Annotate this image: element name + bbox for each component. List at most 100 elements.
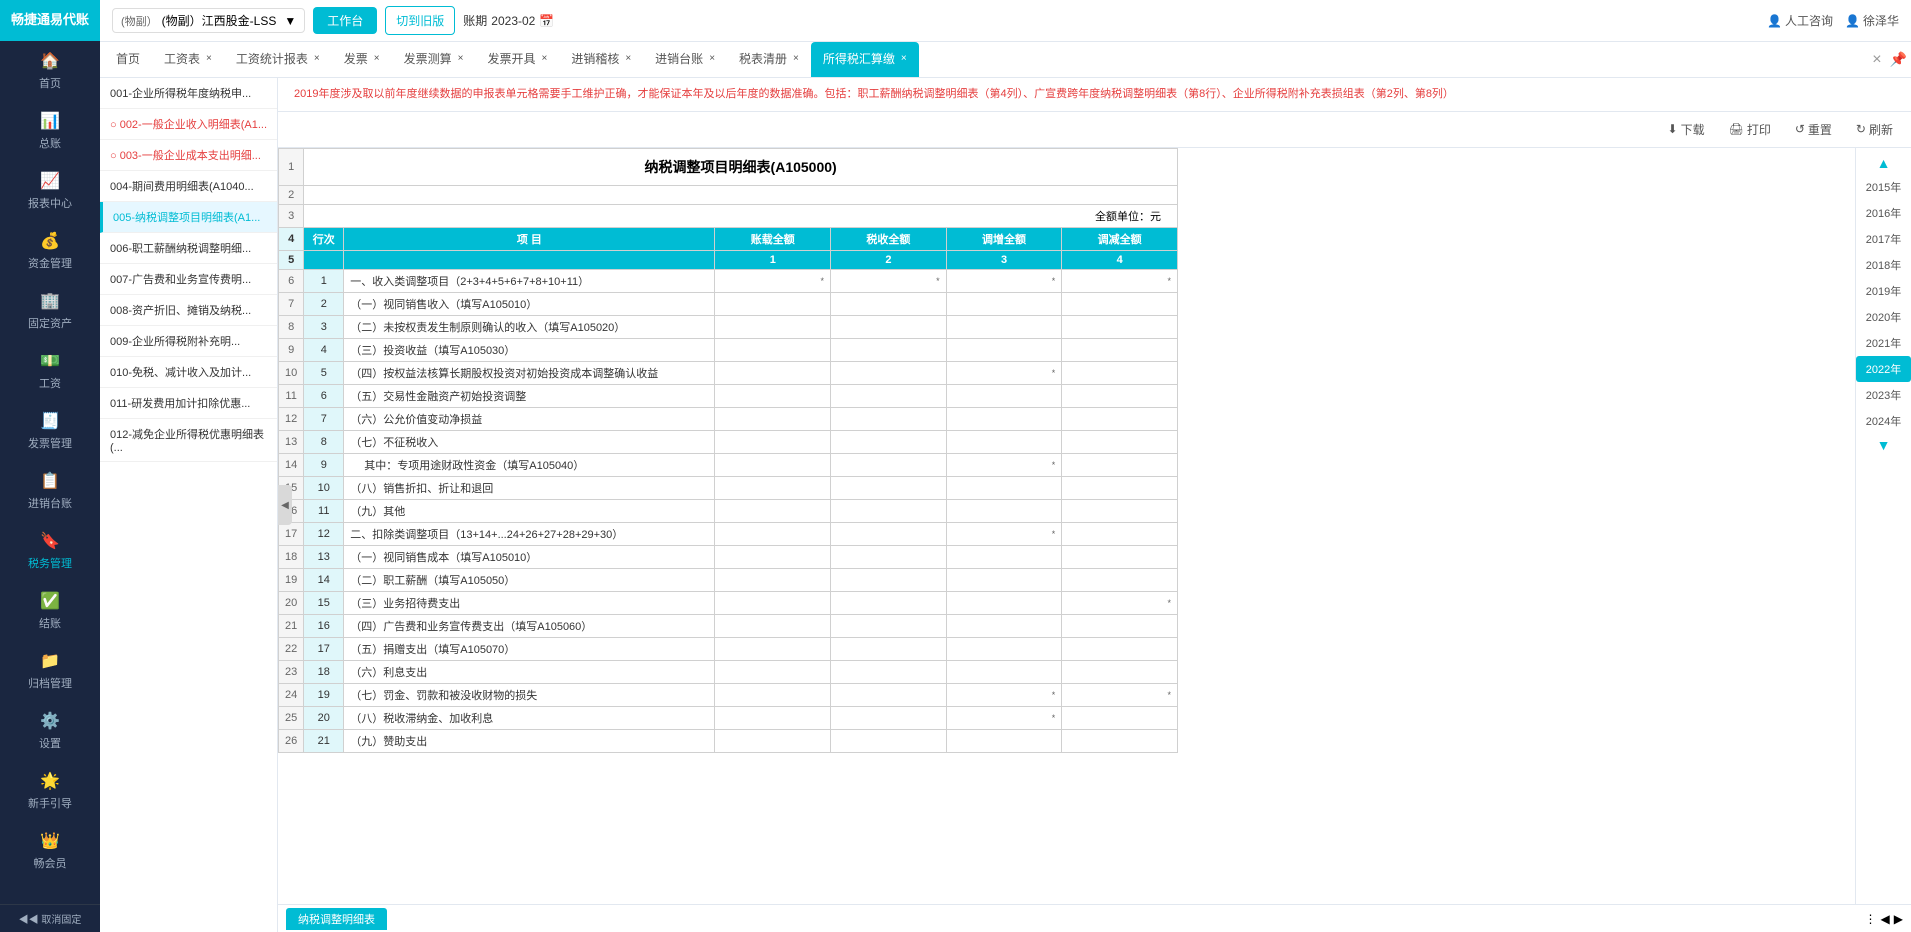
scroll-right-icon[interactable]: ▶	[1894, 912, 1903, 926]
sidebar-item-home[interactable]: 🏠 首页	[0, 41, 100, 101]
print-icon: 🖨	[1729, 122, 1744, 136]
tab-income-tax-close[interactable]: ×	[901, 53, 907, 64]
tab-invoice-open[interactable]: 发票开具 ×	[475, 42, 559, 77]
tab-invoice-close[interactable]: ×	[374, 53, 380, 64]
year-item-2018[interactable]: 2018年	[1856, 252, 1911, 278]
year-item-2015[interactable]: 2015年	[1856, 174, 1911, 200]
year-item-2019[interactable]: 2019年	[1856, 278, 1911, 304]
tab-purchase-reduce-close[interactable]: ×	[625, 53, 631, 64]
year-item-2021[interactable]: 2021年	[1856, 330, 1911, 356]
download-button[interactable]: ⬇ 下载	[1662, 118, 1711, 141]
sidebar-item-member[interactable]: 👑 畅会员	[0, 821, 100, 881]
year-item-2023[interactable]: 2023年	[1856, 382, 1911, 408]
left-panel-item-010[interactable]: 010-免税、减计收入及加计...	[100, 357, 277, 388]
tab-payroll[interactable]: 工资表 ×	[152, 42, 224, 77]
left-panel-item-001[interactable]: 001-企业所得税年度纳税申...	[100, 78, 277, 109]
tab-invoice-calc[interactable]: 发票测算 ×	[392, 42, 476, 77]
sidebar-item-archive-mgmt[interactable]: 📁 归档管理	[0, 641, 100, 701]
unfix-button[interactable]: ◀◀ 取消固定	[0, 904, 100, 932]
tab-tax-clear[interactable]: 税表清册 ×	[727, 42, 811, 77]
workbench-button[interactable]: 工作台	[313, 7, 377, 34]
sidebar-item-asset-mgmt[interactable]: 💰 资金管理	[0, 221, 100, 281]
tab-purchase-ledger-close[interactable]: ×	[709, 53, 715, 64]
table-row: 3 全额单位：元	[279, 204, 1178, 227]
left-panel-item-009[interactable]: 009-企业所得税附补充明...	[100, 326, 277, 357]
table-row: 10 5 （四）按权益法核算长期股权投资对初始投资成本调整确认收益 *	[279, 361, 1178, 384]
tab-invoice[interactable]: 发票 ×	[332, 42, 392, 77]
tab-tax-clear-label: 税表清册	[739, 50, 787, 67]
sidebar-item-purchase-ledger[interactable]: 📋 进销台账	[0, 461, 100, 521]
left-panel-item-005[interactable]: 005-纳税调整项目明细表(A1...	[100, 202, 277, 233]
left-panel-item-002[interactable]: ○ 002-一般企业收入明细表(A1...	[100, 109, 277, 140]
tab-invoice-calc-close[interactable]: ×	[458, 53, 464, 64]
table-row: 15 10 （八）销售折扣、折让和退回	[279, 476, 1178, 499]
tab-purchase-ledger[interactable]: 进销台账 ×	[643, 42, 727, 77]
scroll-left-icon[interactable]: ◀	[1881, 912, 1890, 926]
tab-income-tax[interactable]: 所得税汇算缴 ×	[811, 42, 919, 77]
year-item-2024[interactable]: 2024年	[1856, 408, 1911, 434]
period-display: 账期 2023-02 📅	[463, 12, 554, 29]
tab-purchase-reduce-label: 进销稽核	[571, 50, 619, 67]
sidebar-item-tax-mgmt[interactable]: 🔖 税务管理	[0, 521, 100, 581]
topbar: (物副） (物副）江西股金-LSS ▼ 工作台 切到旧版 账期 2023-02 …	[100, 0, 1911, 42]
bottom-sheet-tab[interactable]: 纳税调整明细表	[286, 908, 387, 930]
table-row: 8 3 （二）未按权责发生制原则确认的收入（填写A105020）	[279, 315, 1178, 338]
year-item-2016[interactable]: 2016年	[1856, 200, 1911, 226]
print-button[interactable]: 🖨 打印	[1723, 118, 1777, 141]
calendar-icon[interactable]: 📅	[539, 14, 554, 28]
left-panel-item-008[interactable]: 008-资产折旧、摊销及纳税...	[100, 295, 277, 326]
sidebar-item-general-ledger[interactable]: 📊 总账	[0, 101, 100, 161]
sidebar-item-payroll[interactable]: 💵 工资	[0, 341, 100, 401]
year-item-2020[interactable]: 2020年	[1856, 304, 1911, 330]
sidebar-item-new-guide[interactable]: 🌟 新手引导	[0, 761, 100, 821]
tab-payroll-stat-close[interactable]: ×	[314, 53, 320, 64]
table-row: 13 8 （七）不征税收入	[279, 430, 1178, 453]
left-panel-item-007[interactable]: 007-广告费和业务宣传费明...	[100, 264, 277, 295]
table-row: 24 19 （七）罚金、罚款和被没收财物的损失 * *	[279, 683, 1178, 706]
spreadsheet-wrapper[interactable]: 1 纳税调整项目明细表(A105000) 2 3 全额单位	[278, 148, 1855, 905]
tab-payroll-close[interactable]: ×	[206, 53, 212, 64]
left-panel-item-011[interactable]: 011-研发费用加计扣除优惠...	[100, 388, 277, 419]
left-panel-item-006[interactable]: 006-职工薪酬纳税调整明细...	[100, 233, 277, 264]
period-value: 2023-02	[491, 14, 535, 28]
sidebar-nav: 🏠 首页 📊 总账 📈 报表中心 💰 资金管理 🏢 固定资产 💵 工资 🧾 发票…	[0, 41, 100, 904]
user-avatar[interactable]: 👤 徐泽华	[1845, 12, 1899, 29]
old-version-button[interactable]: 切到旧版	[385, 6, 455, 35]
sidebar-item-member-label: 畅会员	[34, 855, 67, 871]
sidebar-item-report-center[interactable]: 📈 报表中心	[0, 161, 100, 221]
refresh-button[interactable]: ↻ 刷新	[1850, 118, 1899, 141]
panel-toggle-button[interactable]: ◀	[278, 485, 292, 525]
row-num: 3	[279, 204, 304, 227]
sidebar-item-settings[interactable]: ⚙️ 设置	[0, 701, 100, 761]
sidebar-item-invoice-mgmt[interactable]: 🧾 发票管理	[0, 401, 100, 461]
left-panel-item-003[interactable]: ○ 003-一般企业成本支出明细...	[100, 140, 277, 171]
col-f-sub: 4	[1062, 250, 1178, 269]
sidebar-item-settlement[interactable]: ✅ 结账	[0, 581, 100, 641]
tab-invoice-open-close[interactable]: ×	[541, 53, 547, 64]
table-row: 2	[279, 185, 1178, 204]
period-label: 账期	[463, 12, 487, 29]
tab-purchase-reduce[interactable]: 进销稽核 ×	[559, 42, 643, 77]
table-row: 7 2 （一）视同销售收入（填写A105010）	[279, 292, 1178, 315]
sidebar: 畅捷通易代账 🏠 首页 📊 总账 📈 报表中心 💰 资金管理 🏢 固定资产 💵 …	[0, 0, 100, 932]
year-item-2022[interactable]: 2022年	[1856, 356, 1911, 382]
tab-tax-clear-close[interactable]: ×	[793, 53, 799, 64]
reset-button[interactable]: ↺ 重置	[1789, 118, 1838, 141]
tab-home[interactable]: 首页	[104, 42, 152, 77]
sidebar-item-report-label: 报表中心	[28, 195, 72, 211]
close-all-tabs-button[interactable]: ×	[1864, 51, 1889, 69]
support-link[interactable]: 👤 人工咨询	[1767, 12, 1833, 29]
year-up-arrow[interactable]: ▲	[1874, 152, 1894, 174]
topbar-right: 👤 人工咨询 👤 徐泽华	[1767, 12, 1899, 29]
sidebar-item-fixed-assets[interactable]: 🏢 固定资产	[0, 281, 100, 341]
tab-invoice-open-label: 发票开具	[487, 50, 535, 67]
tab-payroll-stat[interactable]: 工资统计报表 ×	[224, 42, 332, 77]
left-panel-item-012[interactable]: 012-减免企业所得税优惠明细表(...	[100, 419, 277, 462]
table-row: 21 16 （四）广告费和业务宣传费支出（填写A105060）	[279, 614, 1178, 637]
company-selector[interactable]: (物副） (物副）江西股金-LSS ▼	[112, 8, 305, 33]
row-num: 2	[279, 185, 304, 204]
left-panel-item-004[interactable]: 004-期间费用明细表(A1040...	[100, 171, 277, 202]
year-down-arrow[interactable]: ▼	[1874, 434, 1894, 456]
main-area: (物副） (物副）江西股金-LSS ▼ 工作台 切到旧版 账期 2023-02 …	[100, 0, 1911, 932]
year-item-2017[interactable]: 2017年	[1856, 226, 1911, 252]
